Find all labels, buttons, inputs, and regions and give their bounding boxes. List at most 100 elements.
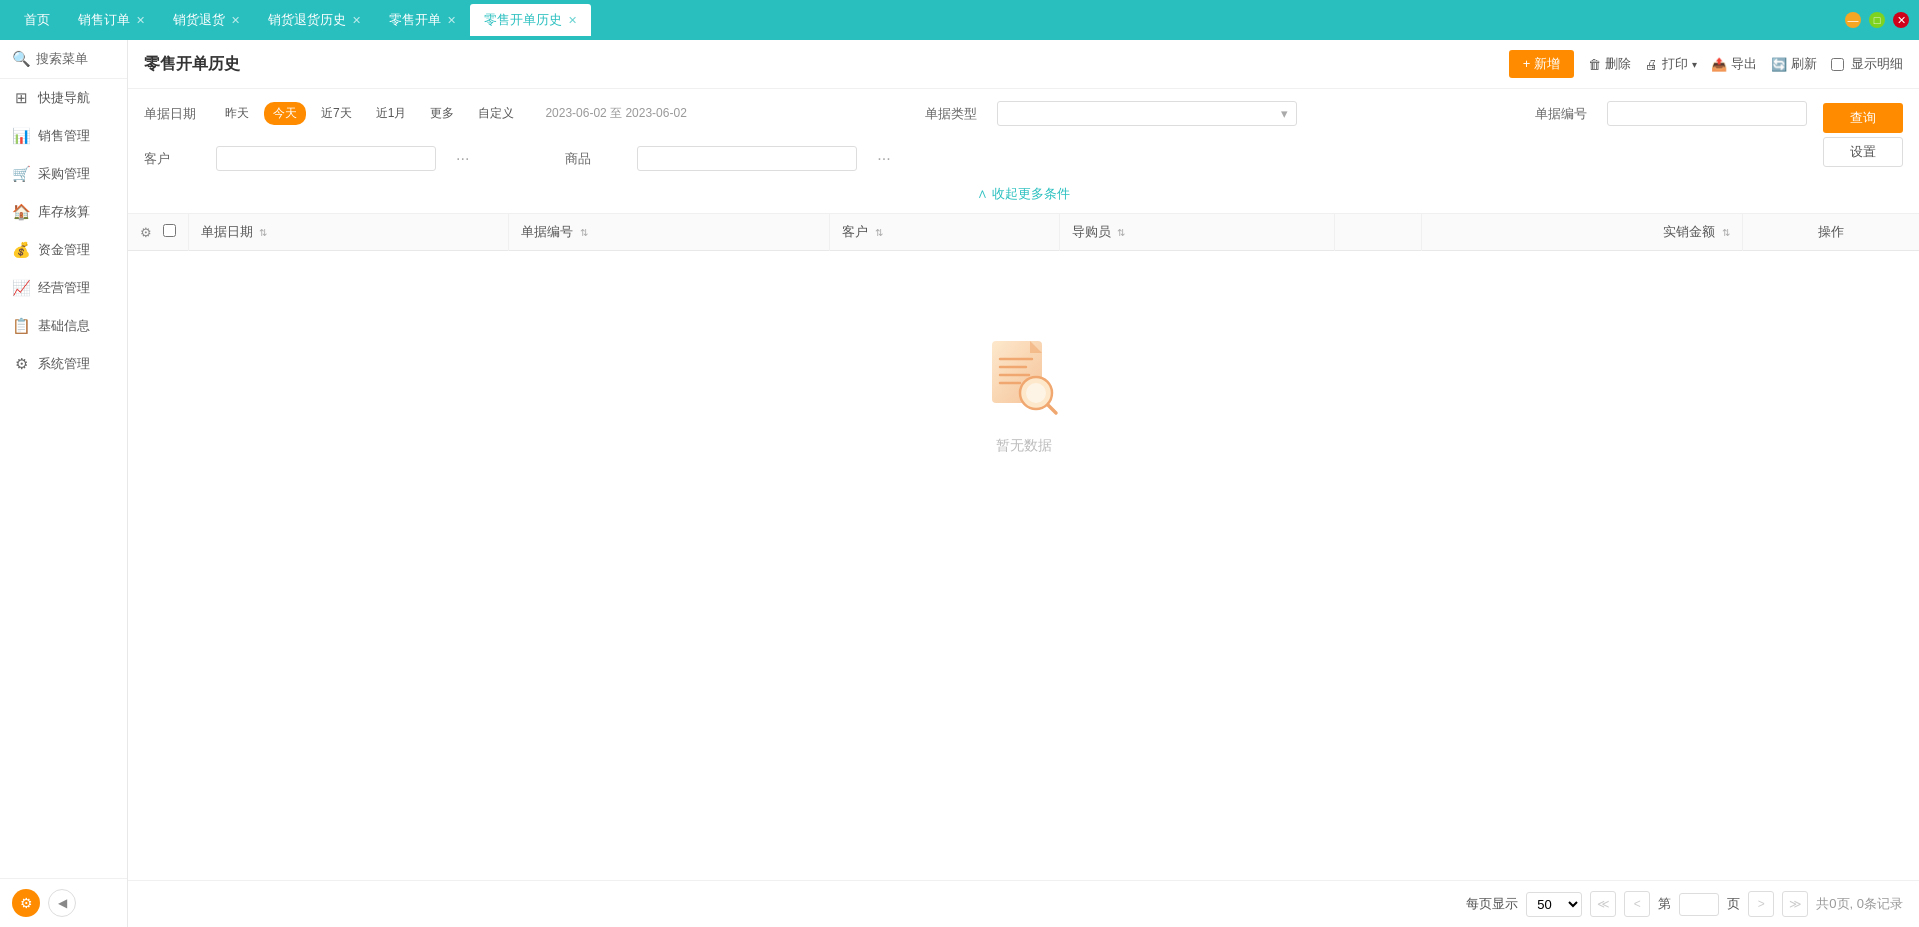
close-tab-retail-open[interactable]: ✕ xyxy=(447,14,456,27)
col-customer[interactable]: 客户 ⇅ xyxy=(830,214,1060,251)
close-tab-sales-order[interactable]: ✕ xyxy=(136,14,145,27)
sales-icon: 📊 xyxy=(12,127,30,145)
display-detail-checkbox[interactable] xyxy=(1831,58,1844,71)
col-select-all: ⚙ xyxy=(128,214,188,251)
close-tab-retail-open-history[interactable]: ✕ xyxy=(568,14,577,27)
sidebar-item-sys-mgmt[interactable]: ⚙ 系统管理 xyxy=(0,345,127,383)
filter-area: 单据日期 昨天 今天 近7天 近1月 更多 自定义 2023-06-02 至 2… xyxy=(128,89,1919,214)
first-page-btn[interactable]: ≪ xyxy=(1590,891,1616,917)
select-all-checkbox[interactable] xyxy=(163,224,176,237)
bill-type-label: 单据类型 xyxy=(925,105,981,123)
col-actions: 操作 xyxy=(1742,214,1919,251)
header-actions: + 新增 🗑 删除 🖨 打印 ▾ 📤 导出 🔄 刷新 xyxy=(1509,50,1903,78)
date-btn-today[interactable]: 今天 xyxy=(264,102,306,125)
export-button[interactable]: 📤 导出 xyxy=(1711,55,1757,73)
close-button[interactable]: ✕ xyxy=(1893,12,1909,28)
window-controls: — □ ✕ xyxy=(1845,12,1909,28)
delete-button[interactable]: 🗑 删除 xyxy=(1588,55,1631,73)
sidebar-item-inventory[interactable]: 🏠 库存核算 xyxy=(0,193,127,231)
finance-icon: 💰 xyxy=(12,241,30,259)
sort-icon-customer: ⇅ xyxy=(875,227,883,238)
sys-mgmt-icon: ⚙ xyxy=(12,355,30,373)
date-range-text: 2023-06-02 至 2023-06-02 xyxy=(545,105,686,122)
print-icon: 🖨 xyxy=(1645,57,1658,72)
quick-nav-icon: ⊞ xyxy=(12,89,30,107)
last-page-btn[interactable]: ≫ xyxy=(1782,891,1808,917)
sidebar-item-quick-nav[interactable]: ⊞ 快捷导航 xyxy=(0,79,127,117)
print-button[interactable]: 🖨 打印 ▾ xyxy=(1645,55,1697,73)
date-btn-7days[interactable]: 近7天 xyxy=(312,102,361,125)
bill-no-input[interactable] xyxy=(1607,101,1807,126)
tab-sales-return[interactable]: 销货退货 ✕ xyxy=(159,4,254,36)
set-button[interactable]: 设置 xyxy=(1823,137,1903,167)
maximize-button[interactable]: □ xyxy=(1869,12,1885,28)
total-text: 共0页, 0条记录 xyxy=(1816,895,1903,913)
tab-home[interactable]: 首页 xyxy=(10,4,64,36)
sidebar-search[interactable]: 🔍 搜索菜单 xyxy=(0,40,127,79)
top-tabbar: 首页 销售订单 ✕ 销货退货 ✕ 销货退货历史 ✕ 零售开单 ✕ 零售开单历史 … xyxy=(0,0,1919,40)
sidebar-item-label: 采购管理 xyxy=(38,165,90,183)
collapse-icon: ◀ xyxy=(58,896,67,910)
delete-icon: 🗑 xyxy=(1588,57,1601,72)
bill-type-dropdown-icon: ▾ xyxy=(1281,106,1288,121)
sidebar-bottom: ⚙ ◀ xyxy=(0,878,127,927)
operations-icon: 📈 xyxy=(12,279,30,297)
minimize-button[interactable]: — xyxy=(1845,12,1861,28)
settings-icon[interactable]: ⚙ xyxy=(140,225,152,240)
page-number-input[interactable]: 1 xyxy=(1679,893,1719,916)
display-detail-toggle[interactable]: 显示明细 xyxy=(1831,55,1903,73)
sidebar-item-label: 资金管理 xyxy=(38,241,90,259)
tab-retail-open-history[interactable]: 零售开单历史 ✕ xyxy=(470,4,591,36)
sidebar-item-purchase-mgmt[interactable]: 🛒 采购管理 xyxy=(0,155,127,193)
empty-illustration xyxy=(974,331,1074,421)
sort-icon-date: ⇅ xyxy=(259,227,267,238)
collapse-more-btn[interactable]: ∧ 收起更多条件 xyxy=(144,181,1903,207)
col-amount[interactable]: 实销金额 ⇅ xyxy=(1422,214,1743,251)
sidebar-item-label: 基础信息 xyxy=(38,317,90,335)
per-page-label: 每页显示 xyxy=(1466,895,1518,913)
col-guide[interactable]: 导购员 ⇅ xyxy=(1059,214,1334,251)
sidebar-item-operations[interactable]: 📈 经营管理 xyxy=(0,269,127,307)
per-page-select[interactable]: 10 20 50 100 xyxy=(1526,892,1582,917)
content-area: 零售开单历史 + 新增 🗑 删除 🖨 打印 ▾ 📤 导出 🔄 xyxy=(128,40,1919,927)
filter-row-date: 单据日期 昨天 今天 近7天 近1月 更多 自定义 2023-06-02 至 2… xyxy=(144,101,1807,126)
sort-icon-guide: ⇅ xyxy=(1117,227,1125,238)
close-tab-sales-return-history[interactable]: ✕ xyxy=(352,14,361,27)
customer-more-btn[interactable]: ··· xyxy=(452,150,473,168)
tab-retail-open[interactable]: 零售开单 ✕ xyxy=(375,4,470,36)
tab-sales-return-history[interactable]: 销货退货历史 ✕ xyxy=(254,4,375,36)
sidebar-item-finance[interactable]: 💰 资金管理 xyxy=(0,231,127,269)
settings-bottom-btn[interactable]: ⚙ xyxy=(12,889,40,917)
prev-page-btn[interactable]: < xyxy=(1624,891,1650,917)
pagination: 每页显示 10 20 50 100 ≪ < 第 1 页 > ≫ 共0页, 0条记… xyxy=(128,880,1919,927)
col-bill-no[interactable]: 单据编号 ⇅ xyxy=(509,214,830,251)
page-label: 页 xyxy=(1727,895,1740,913)
settings-bottom-icon: ⚙ xyxy=(20,895,33,911)
sidebar-search-label: 搜索菜单 xyxy=(36,50,88,68)
refresh-button[interactable]: 🔄 刷新 xyxy=(1771,55,1817,73)
date-btn-custom[interactable]: 自定义 xyxy=(469,102,523,125)
add-button[interactable]: + 新增 xyxy=(1509,50,1574,78)
customer-input[interactable] xyxy=(216,146,436,171)
goods-more-btn[interactable]: ··· xyxy=(873,150,894,168)
date-btn-yesterday[interactable]: 昨天 xyxy=(216,102,258,125)
date-btn-more[interactable]: 更多 xyxy=(421,102,463,125)
sidebar-item-basic-info[interactable]: 📋 基础信息 xyxy=(0,307,127,345)
next-page-btn[interactable]: > xyxy=(1748,891,1774,917)
sidebar-collapse-btn[interactable]: ◀ xyxy=(48,889,76,917)
print-dropdown-icon: ▾ xyxy=(1692,59,1697,70)
col-bill-date[interactable]: 单据日期 ⇅ xyxy=(188,214,509,251)
close-tab-sales-return[interactable]: ✕ xyxy=(231,14,240,27)
filter-row-customer: 客户 ··· 商品 ··· xyxy=(144,146,1807,171)
query-button[interactable]: 查询 xyxy=(1823,103,1903,133)
date-filter-label: 单据日期 xyxy=(144,105,200,123)
bill-type-select[interactable]: ▾ xyxy=(997,101,1297,126)
tab-sales-order[interactable]: 销售订单 ✕ xyxy=(64,4,159,36)
bill-no-label: 单据编号 xyxy=(1535,105,1591,123)
sort-icon-amount: ⇅ xyxy=(1722,227,1730,238)
svg-line-8 xyxy=(1048,405,1056,413)
goods-input[interactable] xyxy=(637,146,857,171)
date-btn-1month[interactable]: 近1月 xyxy=(367,102,416,125)
sidebar-item-sales-mgmt[interactable]: 📊 销售管理 xyxy=(0,117,127,155)
data-table: ⚙ 单据日期 ⇅ 单据编号 ⇅ 客户 xyxy=(128,214,1919,535)
